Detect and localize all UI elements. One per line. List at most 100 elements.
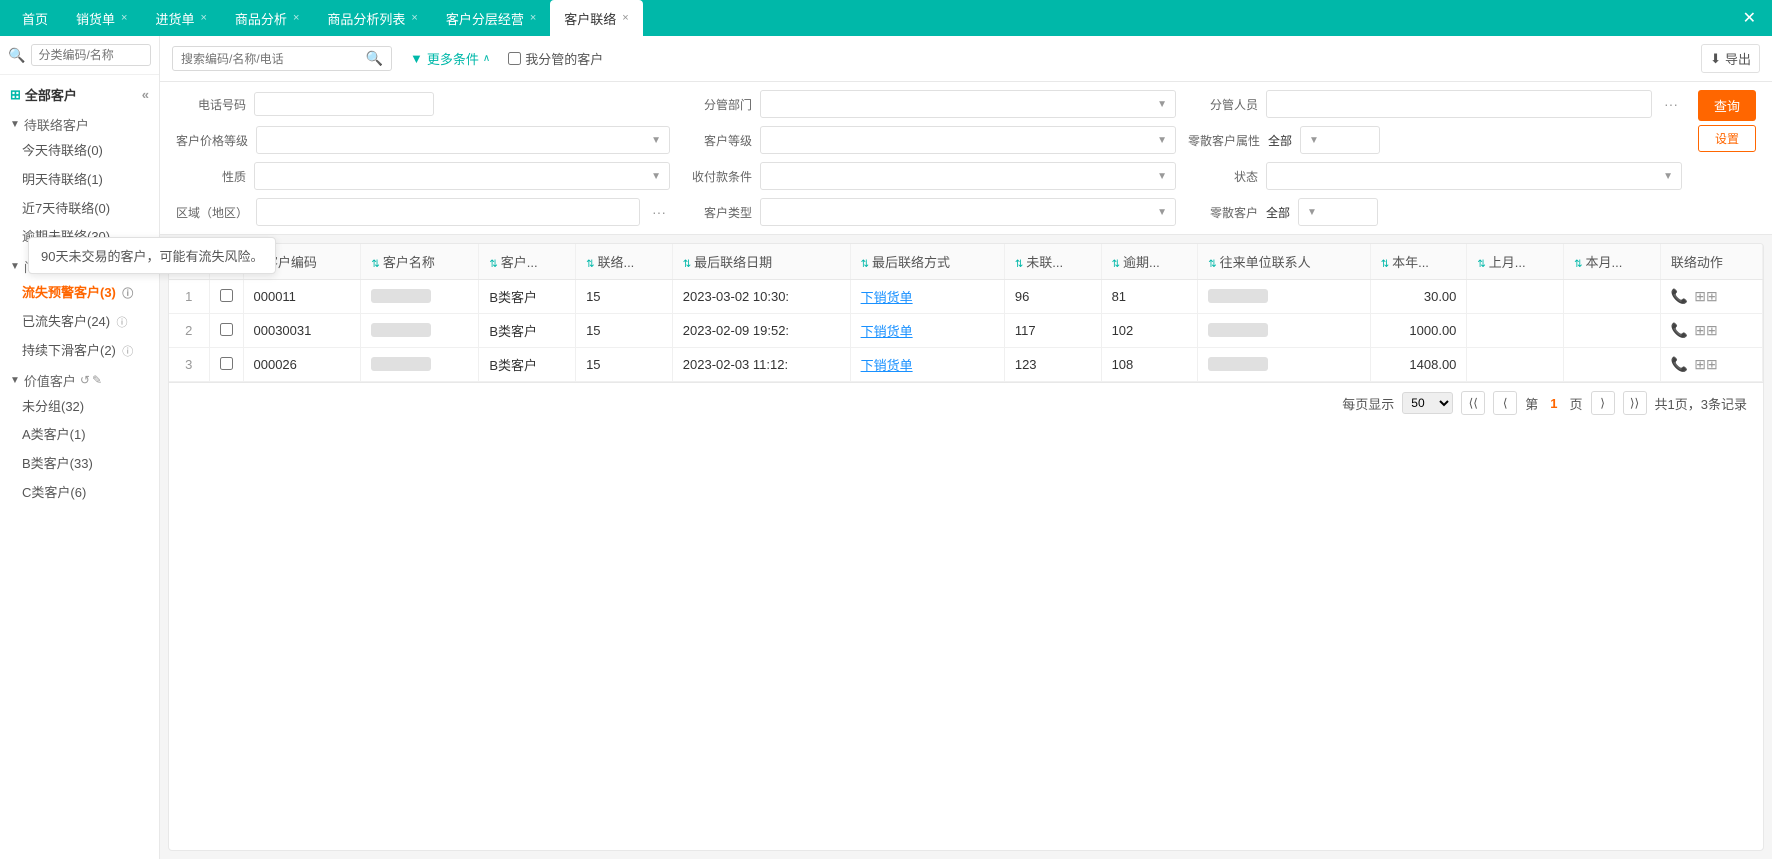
sidebar-item-7days[interactable]: 近7天待联络(0): [0, 195, 159, 224]
sidebar-search-input[interactable]: [31, 44, 151, 66]
col-customer-type[interactable]: ⇅客户...: [479, 244, 576, 280]
action-phone-1[interactable]: 📞: [1671, 322, 1688, 339]
last-page-btn[interactable]: ⟩⟩: [1623, 391, 1647, 415]
row-this-month-0: [1564, 280, 1661, 314]
filter-label-dept: 分管部门: [682, 96, 752, 113]
row-num-0: 1: [169, 280, 209, 314]
settings-button[interactable]: 设置: [1698, 125, 1756, 152]
tab-sales-close[interactable]: ×: [121, 12, 127, 24]
filter-select-customer-type[interactable]: ▼: [760, 198, 1176, 226]
row-actions-0: 📞 ⊞⊞: [1660, 280, 1762, 314]
tab-analysis-list[interactable]: 商品分析列表 ×: [313, 0, 431, 36]
sidebar-all-customers[interactable]: ⊞ 全部客户 «: [0, 79, 159, 110]
row-checkbox-0[interactable]: [209, 280, 243, 314]
more-dots-region[interactable]: ···: [648, 204, 670, 220]
sidebar-section-value[interactable]: ▼ 价值客户 ↺ ✎: [0, 366, 159, 393]
col-last-contact-date[interactable]: ⇅最后联络日期: [672, 244, 850, 280]
tab-customer-tier[interactable]: 客户分层经营 ×: [432, 0, 550, 36]
tab-analysis[interactable]: 商品分析 ×: [221, 0, 313, 36]
row-checkbox-input-0[interactable]: [220, 289, 233, 302]
action-more-2[interactable]: ⊞⊞: [1694, 356, 1717, 373]
filter-btn[interactable]: ▼ 更多条件 ∧: [402, 45, 498, 72]
page-size-select[interactable]: 50 100: [1402, 392, 1453, 414]
sidebar-item-tomorrow[interactable]: 明天待联络(1): [0, 166, 159, 195]
row-method-0[interactable]: 下销货单: [850, 280, 1004, 314]
tab-purchase-label: 进货单: [155, 9, 194, 28]
filter-select-nature[interactable]: ▼: [254, 162, 670, 190]
query-button[interactable]: 查询: [1698, 90, 1756, 121]
row-checkbox-input-1[interactable]: [220, 323, 233, 336]
col-last-month[interactable]: ⇅上月...: [1467, 244, 1564, 280]
more-dots-person[interactable]: ···: [1660, 96, 1682, 112]
collapse-icon[interactable]: «: [142, 87, 149, 102]
action-phone-2[interactable]: 📞: [1671, 356, 1688, 373]
col-name[interactable]: ⇅客户名称: [361, 244, 479, 280]
row-type-1: B类客户: [479, 314, 576, 348]
content-area: 🔍 ▼ 更多条件 ∧ 我分管的客户 ⬇ 导出: [160, 36, 1772, 859]
row-method-2[interactable]: 下销货单: [850, 348, 1004, 382]
filter-select-price-tier[interactable]: ▼: [256, 126, 670, 154]
sidebar: 🔍 ⊞ 全部客户 « ▼ 待联络客户 今天待联络(0) 明天待联络(1) 近7天…: [0, 36, 160, 859]
filter-field-payment: 收付款条件 ▼: [682, 162, 1176, 190]
col-uncontacted[interactable]: ⇅未联...: [1004, 244, 1101, 280]
sidebar-item-class-a[interactable]: A类客户(1): [0, 421, 159, 450]
filter-select-region[interactable]: [256, 198, 640, 226]
sidebar-item-ungrouped[interactable]: 未分组(32): [0, 393, 159, 422]
first-page-btn[interactable]: ⟨⟨: [1461, 391, 1485, 415]
row-checkbox-1[interactable]: [209, 314, 243, 348]
table-footer: 每页显示 50 100 ⟨⟨ ⟨ 第 1 页 ⟩ ⟩⟩ 共1页，3条记录: [169, 382, 1763, 423]
filter-select-dept[interactable]: ▼: [760, 90, 1176, 118]
my-customers-checkbox-label[interactable]: 我分管的客户: [508, 49, 603, 68]
filter-select-retail[interactable]: ▼: [1298, 198, 1378, 226]
col-last-contact-method[interactable]: ⇅最后联络方式: [850, 244, 1004, 280]
action-phone-0[interactable]: 📞: [1671, 288, 1688, 305]
search-input[interactable]: [181, 52, 366, 66]
tab-customer-contact-close[interactable]: ×: [622, 12, 628, 24]
chevron-retail: ▼: [1307, 207, 1317, 218]
sidebar-item-class-c[interactable]: C类客户(6): [0, 479, 159, 508]
col-contact-person[interactable]: ⇅往来单位联系人: [1198, 244, 1370, 280]
export-btn[interactable]: ⬇ 导出: [1701, 44, 1760, 73]
row-method-1[interactable]: 下销货单: [850, 314, 1004, 348]
sidebar-item-churned[interactable]: 已流失客户(24) ⓘ: [0, 308, 159, 337]
row-checkbox-input-2[interactable]: [220, 357, 233, 370]
my-customers-checkbox[interactable]: [508, 52, 521, 65]
sidebar-section-pending[interactable]: ▼ 待联络客户: [0, 110, 159, 137]
chevron-status: ▼: [1663, 171, 1673, 182]
prev-page-btn[interactable]: ⟨: [1493, 391, 1517, 415]
info-icon-churned: ⓘ: [116, 317, 127, 329]
tab-home[interactable]: 首页: [8, 0, 62, 36]
col-this-month[interactable]: ⇅本月...: [1564, 244, 1661, 280]
sidebar-item-class-b[interactable]: B类客户(33): [0, 450, 159, 479]
col-contact[interactable]: ⇅联络...: [576, 244, 673, 280]
next-page-btn[interactable]: ⟩: [1591, 391, 1615, 415]
row-checkbox-2[interactable]: [209, 348, 243, 382]
tab-purchase[interactable]: 进货单 ×: [141, 0, 220, 36]
sidebar-item-declining[interactable]: 持续下滑客户(2) ⓘ: [0, 337, 159, 366]
edit-icon-value[interactable]: ✎: [92, 373, 102, 387]
tab-analysis-list-close[interactable]: ×: [411, 12, 417, 24]
tab-sales[interactable]: 销货单 ×: [62, 0, 141, 36]
col-this-year[interactable]: ⇅本年...: [1370, 244, 1467, 280]
filter-select-customer-level[interactable]: ▼: [760, 126, 1176, 154]
tab-analysis-close[interactable]: ×: [293, 12, 299, 24]
row-overdue-1: 102: [1101, 314, 1198, 348]
tab-bar-close-btn[interactable]: ✕: [1735, 8, 1764, 28]
filter-input-phone[interactable]: [254, 92, 434, 116]
tab-customer-tier-close[interactable]: ×: [530, 12, 536, 24]
sidebar-item-today[interactable]: 今天待联络(0): [0, 137, 159, 166]
filter-select-payment[interactable]: ▼: [760, 162, 1176, 190]
row-contact-person-2: [1198, 348, 1370, 382]
filter-select-status[interactable]: ▼: [1266, 162, 1682, 190]
action-more-1[interactable]: ⊞⊞: [1694, 322, 1717, 339]
refresh-icon-value[interactable]: ↺: [80, 373, 90, 387]
row-type-2: B类客户: [479, 348, 576, 382]
tab-purchase-close[interactable]: ×: [200, 12, 206, 24]
tab-customer-contact[interactable]: 客户联络 ×: [550, 0, 642, 36]
filter-select-person[interactable]: [1266, 90, 1652, 118]
action-more-0[interactable]: ⊞⊞: [1694, 288, 1717, 305]
sidebar-item-churn-warning[interactable]: 流失预警客户(3) ⓘ: [0, 279, 159, 308]
col-overdue[interactable]: ⇅逾期...: [1101, 244, 1198, 280]
tab-home-label: 首页: [22, 9, 48, 28]
filter-select-retail-attr[interactable]: ▼: [1300, 126, 1380, 154]
